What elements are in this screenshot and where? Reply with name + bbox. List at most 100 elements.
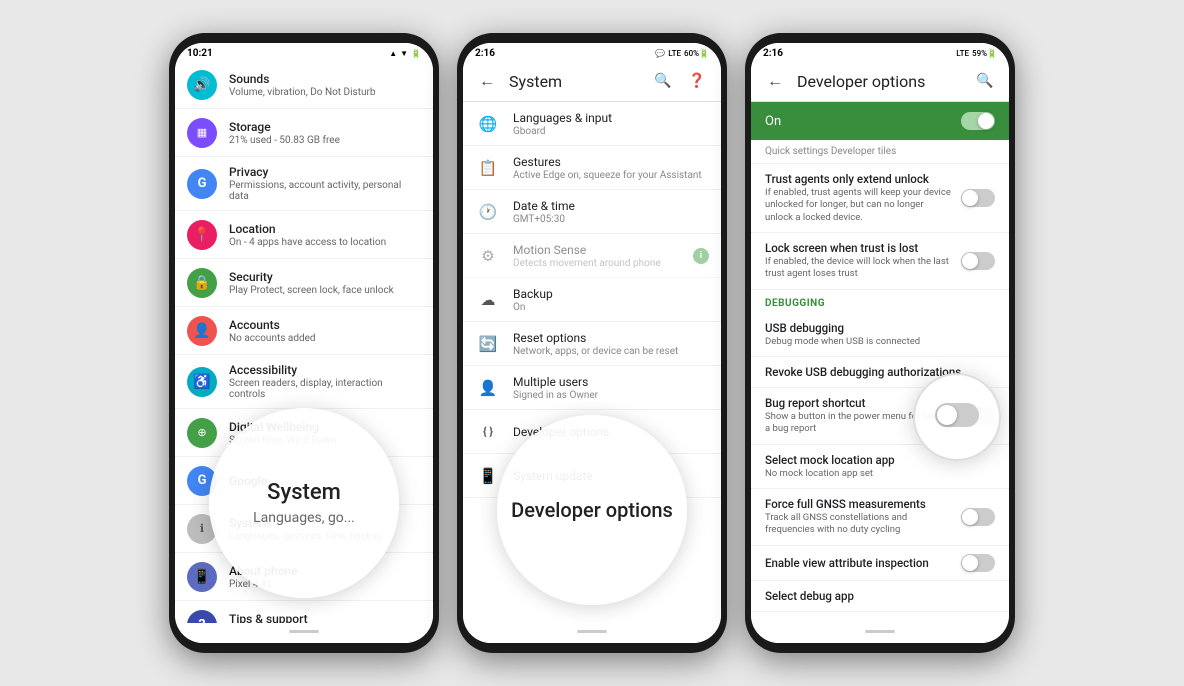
list-item[interactable]: 🔒 Security Play Protect, screen lock, fa… [175, 259, 433, 307]
privacy-sub: Permissions, account activity, personal … [229, 180, 421, 202]
circle-system-title: System [267, 480, 341, 506]
lock-screen-text: Lock screen when trust is lost If enable… [765, 241, 953, 281]
about-icon: 📱 [187, 562, 217, 592]
list-item[interactable]: ♿ Accessibility Screen readers, display,… [175, 355, 433, 409]
datetime-icon: 🕐 [475, 199, 501, 225]
phone1-status-icons: ▲ ▼ 🔋 [389, 49, 421, 58]
phone2-circle-overlay: Developer options [497, 415, 687, 605]
accounts-sub: No accounts added [229, 333, 421, 344]
list-item[interactable]: 👤 Accounts No accounts added [175, 307, 433, 355]
list-item[interactable]: 🔊 Sounds Volume, vibration, Do Not Distu… [175, 61, 433, 109]
phones-container: 10:21 ▲ ▼ 🔋 🔊 Sounds Volume, vibration [149, 13, 1035, 673]
accessibility-title: Accessibility [229, 363, 421, 377]
lock-screen-toggle[interactable] [961, 252, 995, 270]
usb-circle-toggle[interactable] [935, 403, 979, 427]
gnss-title: Force full GNSS measurements [765, 497, 953, 511]
phone2-nav-bar [463, 623, 721, 643]
list-item[interactable]: 📋 Gestures Active Edge on, squeeze for y… [463, 146, 721, 190]
phone2-help-button[interactable]: ❓ [685, 69, 709, 93]
phone1-wifi-icon: ▲ [389, 49, 397, 58]
backup-sub: On [513, 302, 709, 313]
list-item[interactable]: 🌐 Languages & input Gboard [463, 102, 721, 146]
lang-sub: Gboard [513, 126, 709, 137]
phone3-status-bar: 2:16 LTE 59%🔋 [751, 43, 1009, 61]
phone3-usb-circle-overlay [913, 373, 1001, 461]
debugging-label: DEBUGGING [751, 290, 1009, 313]
gnss-toggle[interactable] [961, 508, 995, 526]
phone2-app-bar: ← System 🔍 ❓ [463, 61, 721, 102]
storage-text: Storage 21% used - 50.83 GB free [229, 120, 421, 146]
tips-icon: ? [187, 610, 217, 624]
mock-location-sub: No mock location app set [765, 468, 995, 480]
dev-on-toggle[interactable] [961, 112, 995, 130]
multiuser-sub: Signed in as Owner [513, 390, 709, 401]
phone3-dev-options: On Quick settings Developer tiles Trust … [751, 102, 1009, 623]
privacy-text: Privacy Permissions, account activity, p… [229, 165, 421, 202]
trust-agents-toggle[interactable] [961, 189, 995, 207]
phone2-status-icons: 💬 LTE 60%🔋 [655, 49, 709, 58]
storage-sub: 21% used - 50.83 GB free [229, 135, 421, 146]
lang-text: Languages & input Gboard [513, 111, 709, 137]
security-text: Security Play Protect, screen lock, face… [229, 270, 421, 296]
gesture-sub: Active Edge on, squeeze for your Assista… [513, 170, 709, 181]
list-item[interactable]: Enable view attribute inspection [751, 546, 1009, 581]
motion-icon: ⚙ [475, 243, 501, 269]
phone1-status-bar: 10:21 ▲ ▼ 🔋 [175, 43, 433, 61]
list-item[interactable]: 📍 Location On - 4 apps have access to lo… [175, 211, 433, 259]
lang-icon: 🌐 [475, 111, 501, 137]
location-icon: 📍 [187, 220, 217, 250]
list-item[interactable]: 🔄 Reset options Network, apps, or device… [463, 322, 721, 366]
location-text: Location On - 4 apps have access to loca… [229, 222, 421, 248]
list-item[interactable]: G Privacy Permissions, account activity,… [175, 157, 433, 211]
lock-screen-sub: If enabled, the device will lock when th… [765, 256, 953, 281]
dev-on-bar: On [751, 102, 1009, 140]
phone1-circle-overlay: System Languages, go... [209, 408, 399, 598]
phone1-signal-icon: ▼ [400, 49, 408, 58]
phone2-back-button[interactable]: ← [475, 69, 499, 93]
privacy-icon: G [187, 169, 217, 199]
motion-badge: i [693, 248, 709, 264]
phone2-search-button[interactable]: 🔍 [651, 69, 675, 93]
reset-text: Reset options Network, apps, or device c… [513, 331, 709, 357]
accessibility-icon: ♿ [187, 367, 217, 397]
gnss-text: Force full GNSS measurements Track all G… [765, 497, 953, 537]
security-icon: 🔒 [187, 268, 217, 298]
phone3-back-button[interactable]: ← [763, 69, 787, 93]
phone3-search-button[interactable]: 🔍 [973, 69, 997, 93]
list-item[interactable]: USB debugging Debug mode when USB is con… [751, 313, 1009, 357]
list-item[interactable]: ⚙ Motion Sense Detects movement around p… [463, 234, 721, 278]
list-item[interactable]: 🕐 Date & time GMT+05:30 [463, 190, 721, 234]
list-item[interactable]: Lock screen when trust is lost If enable… [751, 233, 1009, 290]
circle-devopt-title: Developer options [511, 498, 673, 522]
nav-dot [289, 630, 319, 633]
view-attr-toggle[interactable] [961, 554, 995, 572]
gesture-text: Gestures Active Edge on, squeeze for you… [513, 155, 709, 181]
phone3-time: 2:16 [763, 48, 783, 59]
digital-icon: ⊕ [187, 418, 217, 448]
sounds-sub: Volume, vibration, Do Not Disturb [229, 87, 421, 98]
accounts-icon: 👤 [187, 316, 217, 346]
list-item[interactable]: Trust agents only extend unlock If enabl… [751, 164, 1009, 233]
list-item[interactable]: ▦ Storage 21% used - 50.83 GB free [175, 109, 433, 157]
storage-icon: ▦ [187, 118, 217, 148]
list-item[interactable]: 👤 Multiple users Signed in as Owner [463, 366, 721, 410]
accessibility-text: Accessibility Screen readers, display, i… [229, 363, 421, 400]
phone3-signal: LTE [956, 49, 969, 58]
nav-dot [865, 630, 895, 633]
usb-toggle-knob [937, 405, 957, 425]
trust-agents-sub: If enabled, trust agents will keep your … [765, 187, 953, 224]
motion-title: Motion Sense [513, 243, 681, 257]
sounds-title: Sounds [229, 72, 421, 86]
list-item[interactable]: Select debug app [751, 581, 1009, 612]
phone3-battery: 59%🔋 [972, 49, 997, 58]
lang-title: Languages & input [513, 111, 709, 125]
list-item[interactable]: ☁ Backup On [463, 278, 721, 322]
list-item[interactable]: ? Tips & support Help articles, phone & … [175, 601, 433, 623]
quick-settings-dev-tiles: Quick settings Developer tiles [751, 140, 1009, 164]
view-attr-text: Enable view attribute inspection [765, 556, 953, 570]
usb-debug-title: USB debugging [765, 321, 953, 335]
privacy-title: Privacy [229, 165, 421, 179]
phone2-time: 2:16 [475, 48, 495, 59]
list-item[interactable]: Force full GNSS measurements Track all G… [751, 489, 1009, 546]
phone3-screen: 2:16 LTE 59%🔋 ← Developer options 🔍 [751, 43, 1009, 643]
